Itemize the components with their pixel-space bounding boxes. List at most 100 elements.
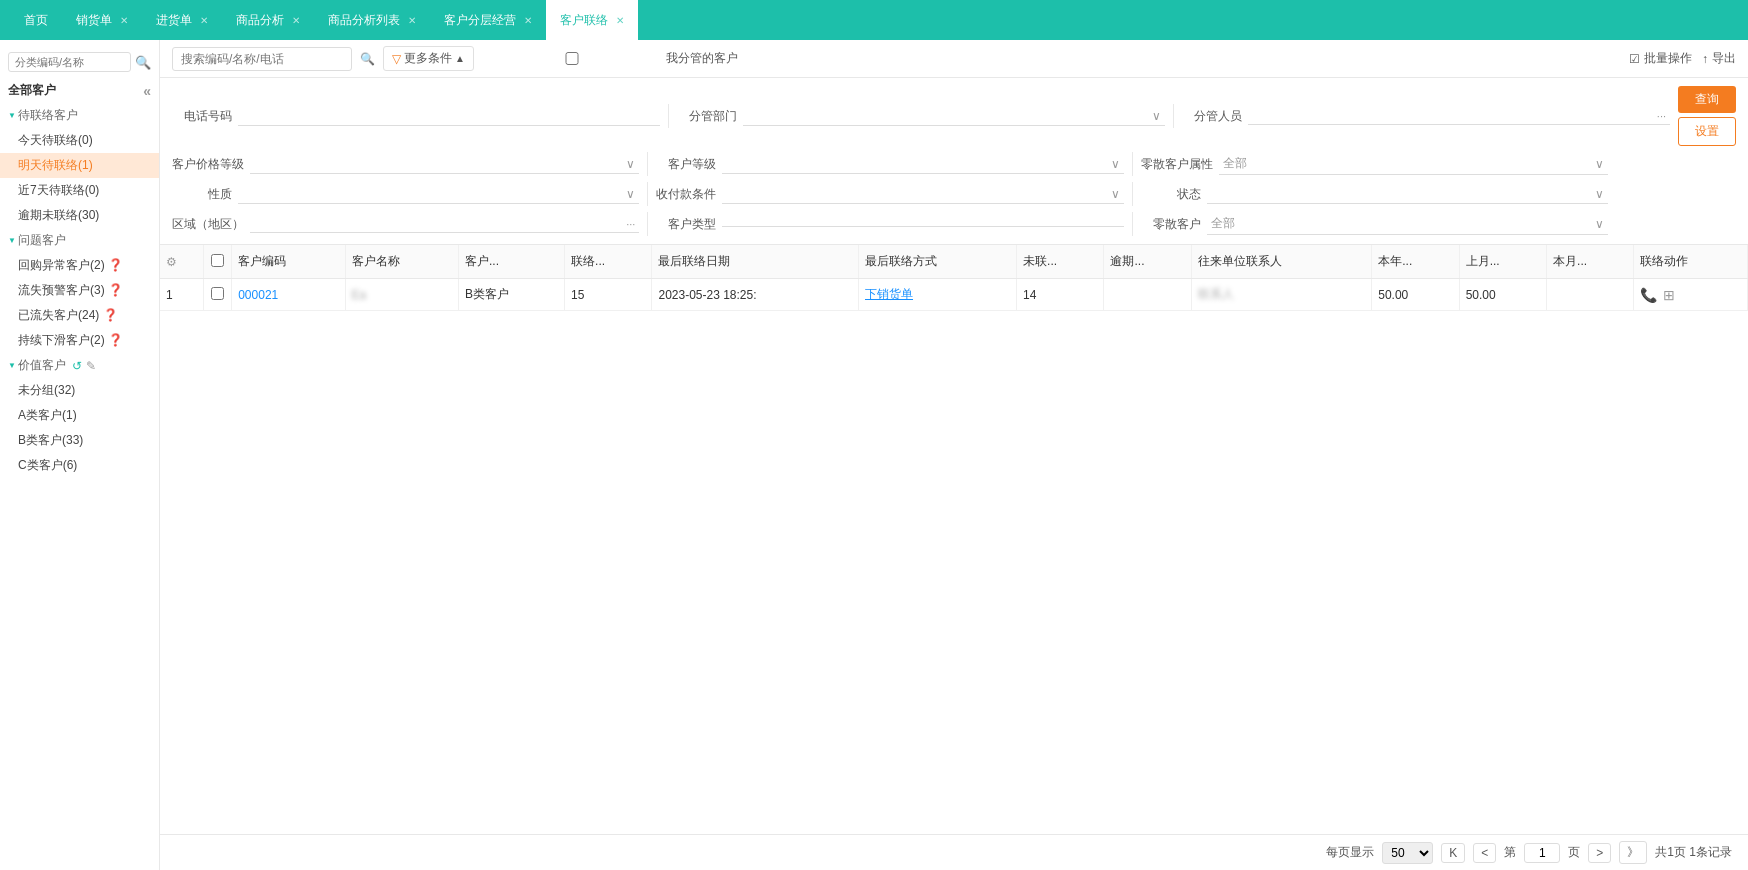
chevron-down-icon4: ∨: [1595, 157, 1604, 171]
pagination: 每页显示 50 20 100 K < 第 页 > 》 共1页 1条记录: [160, 834, 1748, 870]
phone-action-icon[interactable]: 📞: [1640, 287, 1657, 303]
divider5: [647, 182, 648, 206]
sidebar-item-churned[interactable]: 已流失客户(24) ❓: [0, 303, 159, 328]
chevron-down-icon3: ∨: [1111, 157, 1120, 171]
sidebar-item-class-a[interactable]: A类客户(1): [0, 403, 159, 428]
select-all-checkbox[interactable]: [211, 254, 224, 267]
sidebar-item-7days[interactable]: 近7天待联络(0): [0, 178, 159, 203]
my-customers-checkbox-label[interactable]: 我分管的客户: [482, 50, 738, 67]
chevron-down-icon6: ∨: [1111, 187, 1120, 201]
phone-input[interactable]: [238, 107, 660, 126]
customer-level-select[interactable]: ∨: [722, 155, 1123, 174]
td-checkbox: [204, 279, 232, 311]
more-conditions-btn[interactable]: ▽ 更多条件 ▲: [383, 46, 474, 71]
adv-filter-row1: 电话号码 分管部门 ∨ 分管人员 ···: [172, 86, 1736, 146]
settings-icon[interactable]: ⚙: [166, 255, 177, 269]
chevron-icon: ▲: [455, 53, 465, 64]
divider6: [1132, 182, 1133, 206]
all-customers-header[interactable]: 全部客户 «: [0, 78, 159, 103]
sidebar-item-tomorrow[interactable]: 明天待联络(1): [0, 153, 159, 178]
divider3: [647, 152, 648, 176]
sidebar-item-abnormal-repurchase[interactable]: 回购异常客户(2) ❓: [0, 253, 159, 278]
th-last-month: 上月...: [1459, 245, 1546, 279]
nav-product-analysis[interactable]: 商品分析 ✕: [222, 0, 314, 40]
dept-select[interactable]: ∨: [743, 107, 1165, 126]
filter-retail-attr: 零散客户属性 全部 ∨: [1141, 153, 1608, 175]
region-ellipsis[interactable]: ···: [626, 218, 635, 230]
nav-close-product-analysis[interactable]: ✕: [292, 15, 300, 26]
nav-sales-order[interactable]: 销货单 ✕: [62, 0, 142, 40]
next-page-btn[interactable]: >: [1588, 843, 1611, 863]
price-level-select[interactable]: ∨: [250, 155, 639, 174]
sidebar-search-area: 🔍: [0, 46, 159, 78]
divider7: [647, 212, 648, 236]
prev-page-btn[interactable]: <: [1473, 843, 1496, 863]
sidebar-item-class-b[interactable]: B类客户(33): [0, 428, 159, 453]
filter-payment: 收付款条件 ∨: [656, 185, 1123, 204]
nav-close-customer-stratify[interactable]: ✕: [524, 15, 532, 26]
search-bar-icon[interactable]: 🔍: [360, 52, 375, 66]
main-layout: 🔍 全部客户 « ▼ 待联络客户 今天待联络(0) 明天待联络(1) 近7天待联…: [0, 40, 1748, 870]
th-last-method: 最后联络方式: [859, 245, 1017, 279]
sidebar-item-ungrouped[interactable]: 未分组(32): [0, 378, 159, 403]
nav-customer-stratify[interactable]: 客户分层经营 ✕: [430, 0, 546, 40]
adv-filter-row2: 客户价格等级 ∨ 客户等级 ∨ 零散客户属性: [172, 152, 1736, 176]
retail-attr-select[interactable]: 全部 ∨: [1219, 153, 1608, 175]
nav-product-analysis-list[interactable]: 商品分析列表 ✕: [314, 0, 430, 40]
last-page-btn[interactable]: 》: [1619, 841, 1647, 864]
nav-close-product-analysis-list[interactable]: ✕: [408, 15, 416, 26]
th-this-month: 本月...: [1547, 245, 1634, 279]
my-customers-checkbox[interactable]: [482, 52, 662, 65]
grid-action-icon[interactable]: ⊞: [1663, 287, 1675, 303]
last-method-link[interactable]: 下销货单: [865, 287, 913, 301]
td-this-year: 50.00: [1372, 279, 1459, 311]
nature-select[interactable]: ∨: [238, 185, 639, 204]
region-select[interactable]: ···: [250, 216, 639, 233]
value-edit-icon[interactable]: ✎: [86, 359, 96, 373]
sidebar-collapse-icon[interactable]: «: [143, 83, 151, 99]
nav-close-sales-order[interactable]: ✕: [120, 15, 128, 26]
nav-close-purchase-order[interactable]: ✕: [200, 15, 208, 26]
payment-select[interactable]: ∨: [722, 185, 1123, 204]
batch-ops-btn[interactable]: ☑ 批量操作: [1629, 50, 1692, 67]
td-no: 1: [160, 279, 204, 311]
status-select[interactable]: ∨: [1207, 185, 1608, 204]
th-code: 客户编码: [232, 245, 345, 279]
retail-customer-select[interactable]: 全部 ∨: [1207, 213, 1608, 235]
triangle-icon-pending: ▼: [8, 111, 16, 120]
value-refresh-icon[interactable]: ↺: [72, 359, 82, 373]
row-checkbox[interactable]: [211, 287, 224, 300]
per-page-select[interactable]: 50 20 100: [1382, 842, 1433, 864]
sidebar-search-input[interactable]: [8, 52, 131, 72]
sidebar-search-icon[interactable]: 🔍: [135, 55, 151, 70]
nav-customer-contact[interactable]: 客户联络 ✕: [546, 0, 638, 40]
set-button[interactable]: 设置: [1678, 117, 1736, 146]
export-btn[interactable]: ↑ 导出: [1702, 50, 1736, 67]
triangle-icon-problem: ▼: [8, 236, 16, 245]
sidebar-item-churn-warning[interactable]: 流失预警客户(3) ❓: [0, 278, 159, 303]
td-code[interactable]: 000021: [232, 279, 345, 311]
sidebar-item-overdue[interactable]: 逾期未联络(30): [0, 203, 159, 228]
first-page-btn[interactable]: K: [1441, 843, 1465, 863]
nav-close-customer-contact[interactable]: ✕: [616, 15, 624, 26]
th-this-year: 本年...: [1372, 245, 1459, 279]
divider1: [668, 104, 669, 128]
search-input[interactable]: [172, 47, 352, 71]
sidebar-item-class-c[interactable]: C类客户(6): [0, 453, 159, 478]
query-button[interactable]: 查询: [1678, 86, 1736, 113]
filter-bar-right: ☑ 批量操作 ↑ 导出: [1629, 50, 1736, 67]
table-row: 1 000021 Ea B类客户 15 2023-05-23 18:25: 下销…: [160, 279, 1748, 311]
top-nav: 首页 销货单 ✕ 进货单 ✕ 商品分析 ✕ 商品分析列表 ✕ 客户分层经营 ✕ …: [0, 0, 1748, 40]
manager-ellipsis[interactable]: ···: [1657, 110, 1666, 122]
sidebar-item-declining[interactable]: 持续下滑客户(2) ❓: [0, 328, 159, 353]
group-label-pending: ▼ 待联络客户: [0, 103, 159, 128]
row-actions-group: 📞 ⊞: [1640, 287, 1741, 303]
th-no-contact: 未联...: [1017, 245, 1104, 279]
sidebar-item-today[interactable]: 今天待联络(0): [0, 128, 159, 153]
nav-home[interactable]: 首页: [10, 0, 62, 40]
customer-type-select[interactable]: [722, 222, 1123, 227]
filter-price-level: 客户价格等级 ∨: [172, 155, 639, 174]
page-number-input[interactable]: [1524, 843, 1560, 863]
nav-purchase-order[interactable]: 进货单 ✕: [142, 0, 222, 40]
manager-select[interactable]: ···: [1248, 108, 1670, 125]
